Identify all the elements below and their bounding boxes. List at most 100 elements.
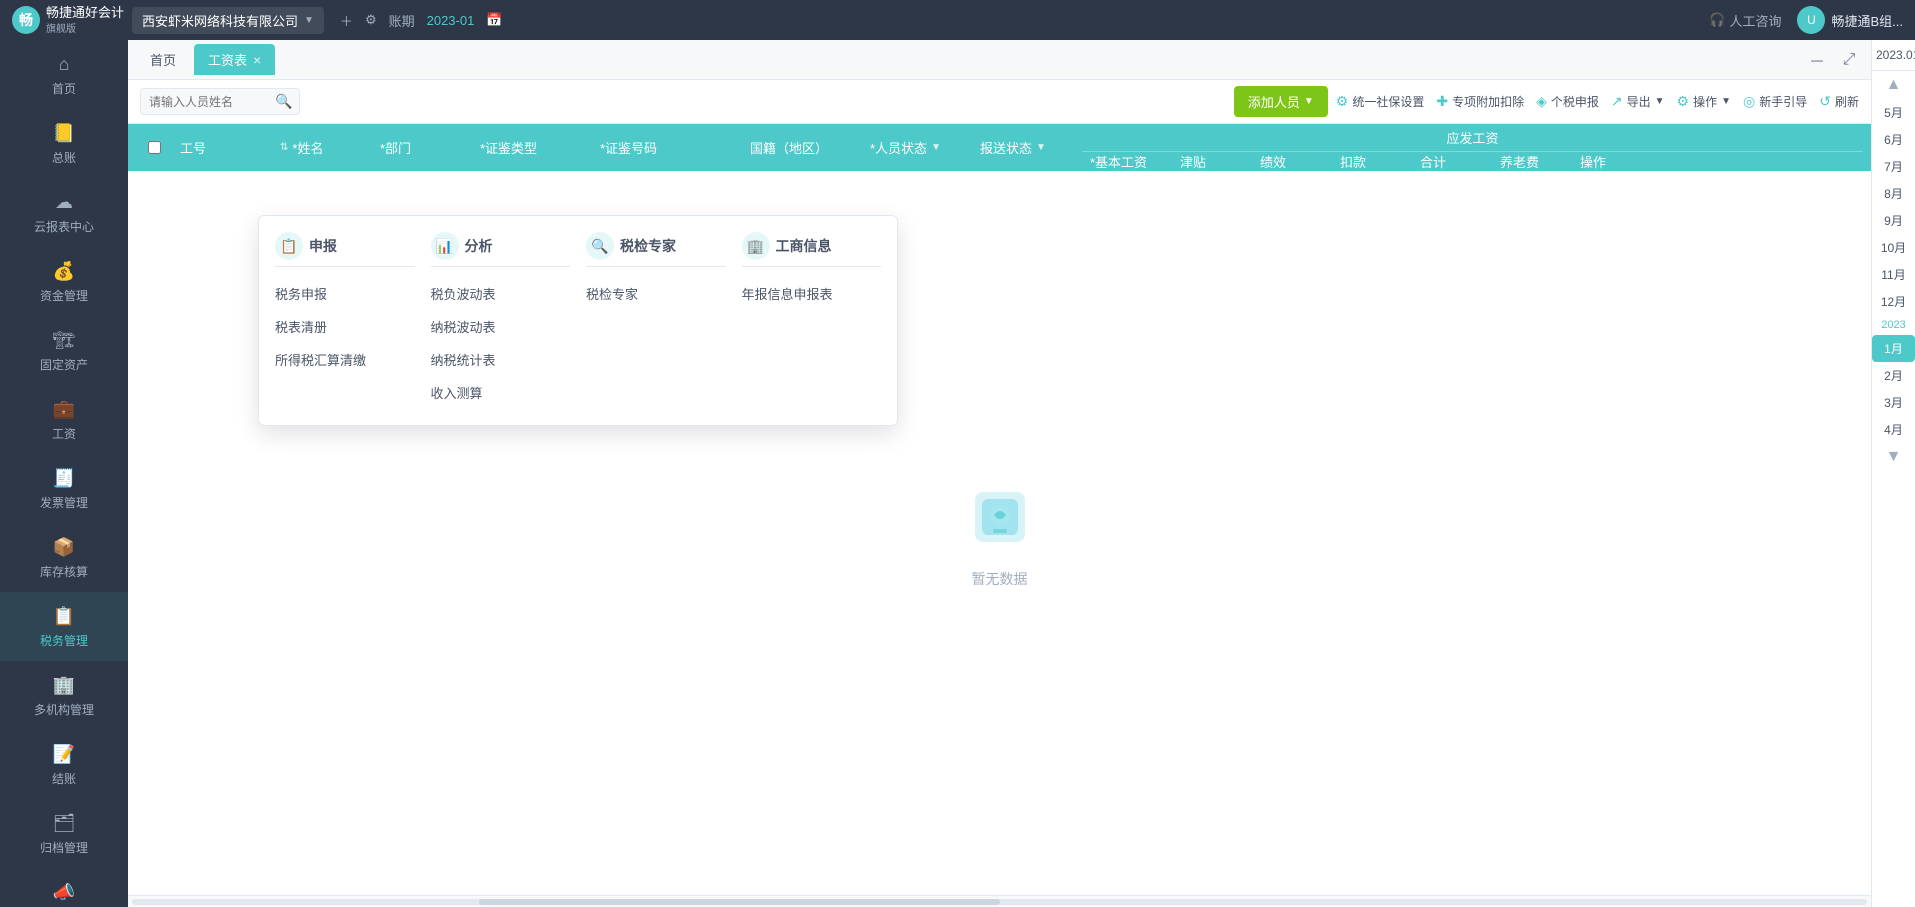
- period-label: 账期: [389, 11, 415, 30]
- sidebar-item-close[interactable]: 📝 结账: [0, 730, 128, 799]
- menu-item-annual-report[interactable]: 年报信息申报表: [742, 277, 882, 310]
- menu-item-tax-payment-fluctuation[interactable]: 纳税波动表: [431, 310, 571, 343]
- nav-down-icon[interactable]: ▼: [1884, 447, 1904, 467]
- operation-button[interactable]: ⚙ 操作 ▼: [1677, 93, 1731, 110]
- month-item-1-active[interactable]: 1月: [1872, 335, 1915, 362]
- add-icon[interactable]: ＋: [340, 11, 353, 30]
- month-item-10[interactable]: 10月: [1872, 234, 1915, 261]
- sidebar-item-cloud-report[interactable]: ☁ 云报表中心: [0, 178, 128, 247]
- toolbar-actions: ⚙ 统一社保设置 ✚ 专项附加扣除 ◈ 个税申报 ↗ 导出 ▼ ⚙: [1336, 93, 1859, 110]
- calendar-icon[interactable]: 📅: [486, 12, 502, 28]
- top-bar-right: 🎧 人工咨询 U 畅捷通B组...: [1709, 6, 1903, 34]
- menu-item-tax-statistics[interactable]: 纳税统计表: [431, 343, 571, 376]
- company-name: 西安虾米网络科技有限公司: [142, 11, 298, 30]
- menu-item-tax-burden-fluctuation[interactable]: 税负波动表: [431, 277, 571, 310]
- col-id-type: *证鉴类型: [472, 138, 592, 157]
- special-deduction-button[interactable]: ✚ 专项附加扣除: [1436, 93, 1524, 110]
- search-input[interactable]: [149, 95, 269, 109]
- month-item-6[interactable]: 6月: [1872, 126, 1915, 153]
- sidebar-item-multi-org[interactable]: 🏢 多机构管理: [0, 661, 128, 730]
- sidebar-item-payroll[interactable]: 💼 工资: [0, 385, 128, 454]
- sidebar-item-fund[interactable]: 💰 资金管理: [0, 247, 128, 316]
- col-employee-id: 工号: [172, 138, 272, 157]
- section-analysis-title: 📊 分析: [431, 232, 571, 267]
- ledger-icon: 📒: [52, 121, 76, 145]
- col-id-number: *证鉴号码: [592, 138, 742, 157]
- sidebar-item-inventory[interactable]: 📦 库存核算: [0, 523, 128, 592]
- customer-service[interactable]: 🎧 人工咨询: [1709, 11, 1781, 30]
- app-name: 畅捷通好会计: [46, 5, 124, 21]
- tab-home[interactable]: 首页: [136, 44, 190, 75]
- sidebar-item-tax[interactable]: 📋 税务管理: [0, 592, 128, 661]
- month-item-2[interactable]: 2月: [1872, 362, 1915, 389]
- add-person-button[interactable]: 添加人员 ▼: [1234, 86, 1328, 117]
- tab-minimize-icon[interactable]: －: [1803, 46, 1831, 74]
- section-business-info-title: 🏢 工商信息: [742, 232, 882, 267]
- month-item-5[interactable]: 5月: [1872, 99, 1915, 126]
- group-header-label: 应发工资: [1082, 124, 1863, 152]
- export-button[interactable]: ↗ 导出 ▼: [1611, 93, 1665, 110]
- status-filter-icon[interactable]: ▼: [931, 142, 941, 153]
- sidebar-item-expense[interactable]: 📣 小畅报销: [0, 868, 128, 907]
- year-2023-label: 2023: [1872, 315, 1915, 335]
- col-total: 合计: [1412, 152, 1492, 171]
- nav-up-icon[interactable]: ▲: [1884, 75, 1904, 95]
- user-info[interactable]: U 畅捷通B组...: [1797, 6, 1903, 34]
- tab-payroll[interactable]: 工资表 ×: [194, 44, 275, 75]
- col-deduction: 扣款: [1332, 152, 1412, 171]
- menu-item-tax-expert[interactable]: 税检专家: [586, 277, 726, 310]
- empty-text: 暂无数据: [972, 569, 1028, 589]
- dropdown-grid: 📋 申报 税务申报 税表清册 所得税汇算清缴 📊 分析: [275, 232, 881, 409]
- settings-icon[interactable]: ⚙: [365, 12, 377, 28]
- tax-declaration-button[interactable]: ◈ 个税申报: [1536, 93, 1599, 110]
- month-item-8[interactable]: 8月: [1872, 180, 1915, 207]
- add-caret-icon: ▼: [1304, 96, 1314, 107]
- export-icon: ↗: [1611, 93, 1623, 110]
- report-status-filter-icon[interactable]: ▼: [1036, 142, 1046, 153]
- scrollbar-thumb[interactable]: [479, 899, 1000, 905]
- period-value: 2023-01: [427, 13, 475, 28]
- select-all-checkbox[interactable]: [136, 141, 172, 154]
- top-bar: 畅 畅捷通好会计 旗舰版 西安虾米网络科技有限公司 ▼ ＋ ⚙ 账期 2023-…: [0, 0, 1915, 40]
- menu-item-income-estimate[interactable]: 收入测算: [431, 376, 571, 409]
- company-selector[interactable]: 西安虾米网络科技有限公司 ▼: [132, 7, 324, 34]
- month-item-12[interactable]: 12月: [1872, 288, 1915, 315]
- horizontal-scrollbar[interactable]: [128, 895, 1871, 907]
- logo-icon: 畅: [12, 6, 40, 34]
- menu-item-tax-declaration[interactable]: 税务申报: [275, 277, 415, 310]
- menu-item-income-tax-settlement[interactable]: 所得税汇算清缴: [275, 343, 415, 376]
- sort-name-icon[interactable]: ⇅: [280, 142, 288, 153]
- checkbox-all[interactable]: [148, 141, 161, 154]
- month-item-11[interactable]: 11月: [1872, 261, 1915, 288]
- tab-close-icon[interactable]: ×: [253, 52, 261, 68]
- month-item-9[interactable]: 9月: [1872, 207, 1915, 234]
- sidebar-item-archive[interactable]: 🗂 归档管理: [0, 799, 128, 868]
- col-performance: 绩效: [1252, 152, 1332, 171]
- content-area: 首页 工资表 × － ⤢ 🔍 添加人员 ▼ ⚙: [128, 40, 1871, 907]
- sidebar-item-home[interactable]: ⌂ 首页: [0, 40, 128, 109]
- expense-icon: 📣: [52, 880, 76, 904]
- invoice-icon: 🧾: [52, 466, 76, 490]
- user-avatar: U: [1797, 6, 1825, 34]
- sidebar-item-ledger[interactable]: 📒 总账: [0, 109, 128, 178]
- col-pension: 养老费: [1492, 152, 1572, 171]
- menu-item-tax-table-register[interactable]: 税表清册: [275, 310, 415, 343]
- empty-state: 暂无数据: [960, 477, 1040, 589]
- sidebar-item-fixed-assets[interactable]: 🏗 固定资产: [0, 316, 128, 385]
- col-dept: *部门: [372, 138, 472, 157]
- sidebar-item-invoice[interactable]: 🧾 发票管理: [0, 454, 128, 523]
- archive-icon: 🗂: [52, 811, 76, 835]
- refresh-button[interactable]: ↺ 刷新: [1819, 93, 1859, 110]
- tax-dropdown-menu: 📋 申报 税务申报 税表清册 所得税汇算清缴 📊 分析: [258, 215, 898, 426]
- social-insurance-button[interactable]: ⚙ 统一社保设置: [1336, 93, 1425, 110]
- month-item-3[interactable]: 3月: [1872, 389, 1915, 416]
- tab-bar-right: － ⤢: [1803, 46, 1863, 74]
- tab-restore-icon[interactable]: ⤢: [1835, 46, 1863, 74]
- guide-button[interactable]: ◎ 新手引导: [1743, 93, 1807, 110]
- search-box: 🔍: [140, 88, 300, 115]
- month-item-7[interactable]: 7月: [1872, 153, 1915, 180]
- month-item-4[interactable]: 4月: [1872, 416, 1915, 443]
- dropdown-section-business-info: 🏢 工商信息 年报信息申报表: [742, 232, 882, 409]
- col-operation: 操作: [1572, 152, 1652, 171]
- app-edition: 旗舰版: [46, 20, 124, 35]
